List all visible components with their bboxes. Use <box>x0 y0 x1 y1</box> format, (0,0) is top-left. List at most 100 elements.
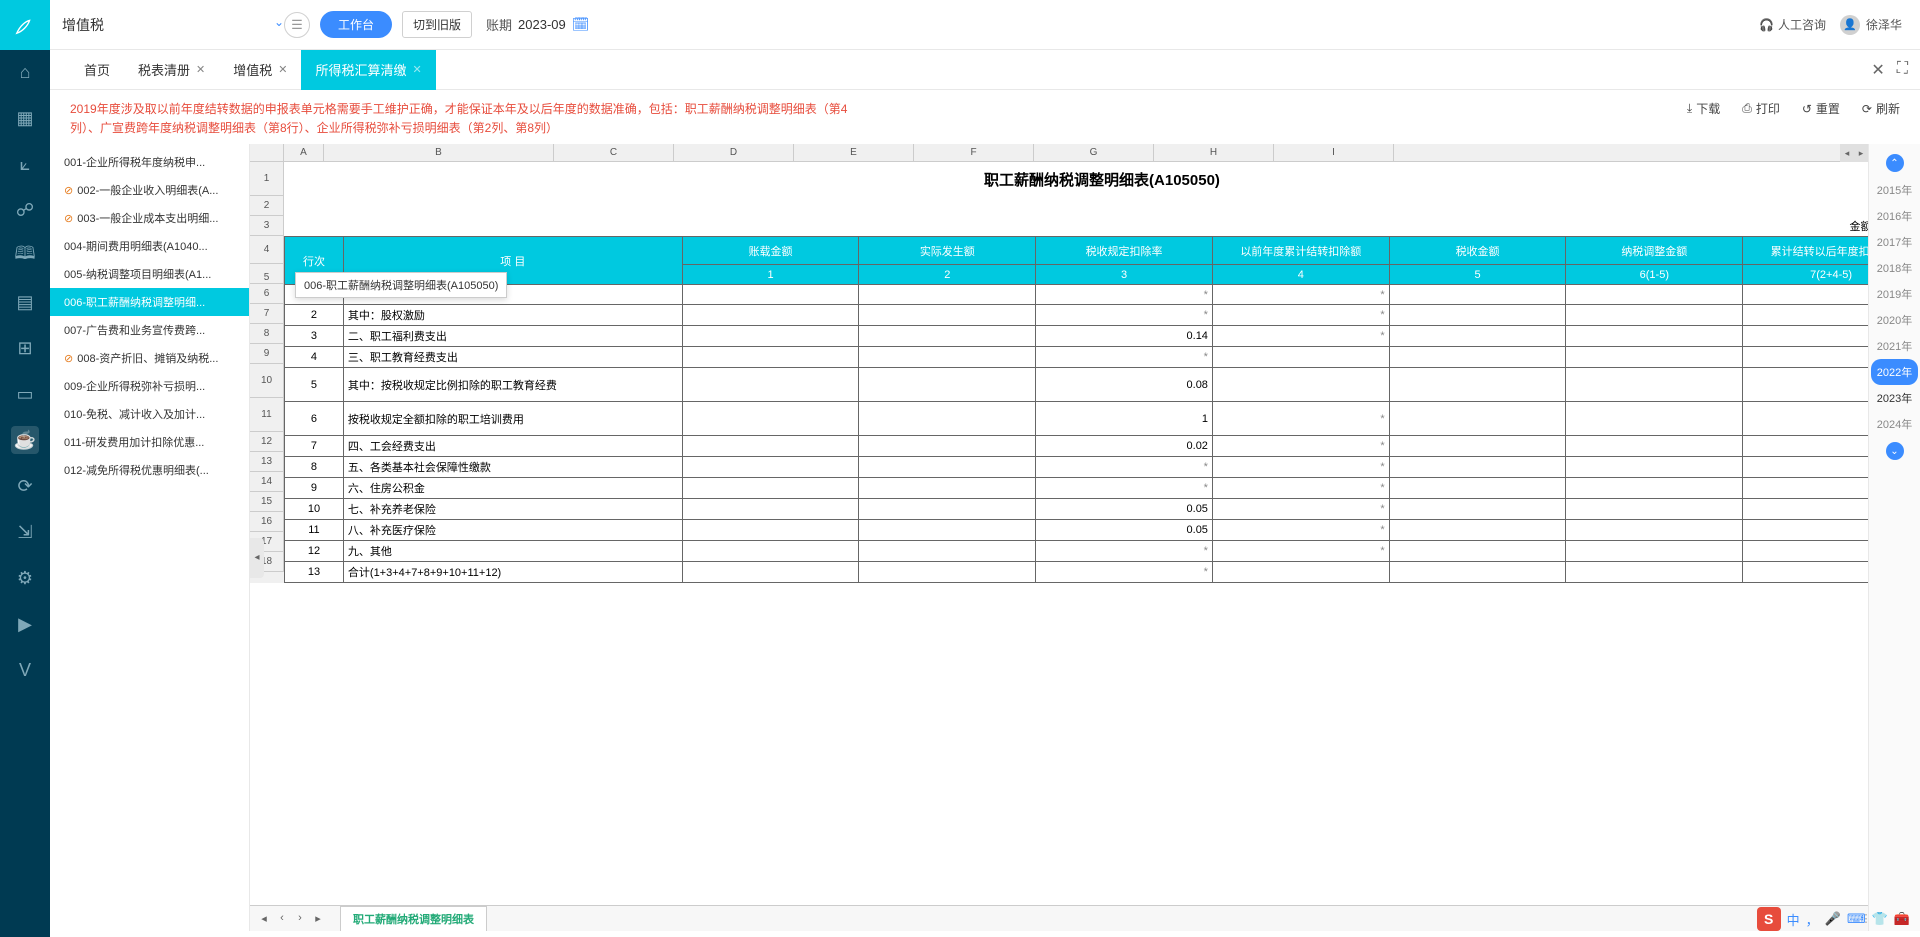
cell[interactable]: 税收规定扣除率 <box>1036 237 1213 265</box>
form-list-item[interactable]: ⊘003-一般企业成本支出明细... <box>50 204 249 232</box>
year-2015年[interactable]: 2015年 <box>1871 177 1918 203</box>
form-list-item[interactable]: 001-企业所得税年度纳税申... <box>50 148 249 176</box>
year-down-button[interactable]: ⌄ <box>1886 442 1904 460</box>
cell[interactable] <box>682 457 859 478</box>
col-header-I[interactable]: I <box>1274 144 1394 161</box>
grid-page-right[interactable]: ▸ <box>1854 144 1868 162</box>
tab-所得税汇算清缴[interactable]: 所得税汇算清缴✕ <box>301 50 435 90</box>
period-value[interactable]: 2023-09 <box>518 17 566 32</box>
cell[interactable] <box>682 520 859 541</box>
cell[interactable]: * <box>1036 541 1213 562</box>
cell[interactable] <box>859 326 1036 347</box>
switch-old-button[interactable]: 切到旧版 <box>402 11 472 38</box>
year-2022年[interactable]: 2022年 <box>1871 359 1918 385</box>
cell[interactable]: 0.02 <box>1036 436 1213 457</box>
cell[interactable] <box>1389 436 1566 457</box>
year-2024年[interactable]: 2024年 <box>1871 411 1918 437</box>
cell[interactable]: * <box>1212 499 1389 520</box>
rail-refresh-icon[interactable]: ⟳ <box>11 472 39 500</box>
cell[interactable]: 职工薪酬纳税调整明细表(A105050) <box>285 162 1920 196</box>
col-header-G[interactable]: G <box>1034 144 1154 161</box>
rail-ledger-icon[interactable]: ▦ <box>11 104 39 132</box>
cell[interactable] <box>859 478 1036 499</box>
cell[interactable] <box>1212 368 1389 402</box>
year-up-button[interactable]: ⌃ <box>1886 154 1904 172</box>
rail-tax-icon[interactable]: ☕ <box>11 426 39 454</box>
cell[interactable]: 税收金额 <box>1389 237 1566 265</box>
cell[interactable] <box>859 541 1036 562</box>
cell[interactable] <box>1566 499 1743 520</box>
cell[interactable]: * <box>1212 436 1389 457</box>
year-2018年[interactable]: 2018年 <box>1871 255 1918 281</box>
form-list-item[interactable]: ⊘002-一般企业收入明细表(A... <box>50 176 249 204</box>
grid-page-left[interactable]: ◂ <box>1840 144 1854 162</box>
cell[interactable]: 4 <box>285 347 344 368</box>
cell[interactable] <box>1212 347 1389 368</box>
row-header-10[interactable]: 10 <box>250 364 284 398</box>
cell[interactable] <box>682 326 859 347</box>
row-header-3[interactable]: 3 <box>250 216 284 236</box>
tab-税表清册[interactable]: 税表清册✕ <box>124 50 219 90</box>
cell[interactable] <box>1389 478 1566 499</box>
cell[interactable] <box>285 196 1920 216</box>
year-2017年[interactable]: 2017年 <box>1871 229 1918 255</box>
ime-logo-icon[interactable]: S <box>1757 907 1781 931</box>
ime-keyboard-icon[interactable]: ⌨ <box>1847 911 1866 927</box>
cell[interactable] <box>1389 305 1566 326</box>
cell[interactable] <box>859 347 1036 368</box>
row-header-13[interactable]: 13 <box>250 452 284 472</box>
form-list-item[interactable]: 004-期间费用明细表(A1040... <box>50 232 249 260</box>
cell[interactable]: 二、职工福利费支出 <box>343 326 682 347</box>
row-header-15[interactable]: 15 <box>250 492 284 512</box>
doc-icon-button[interactable]: ☰ <box>284 12 310 38</box>
tab-增值税[interactable]: 增值税✕ <box>219 50 301 90</box>
cell[interactable] <box>859 305 1036 326</box>
cell[interactable] <box>1566 457 1743 478</box>
year-2020年[interactable]: 2020年 <box>1871 307 1918 333</box>
form-list-item[interactable]: 010-免税、减计收入及加计... <box>50 400 249 428</box>
cell[interactable]: 九、其他 <box>343 541 682 562</box>
cell[interactable] <box>682 285 859 305</box>
cell[interactable] <box>682 368 859 402</box>
form-list-item[interactable]: 011-研发费用加计扣除优惠... <box>50 428 249 456</box>
cell[interactable] <box>859 285 1036 305</box>
cell[interactable]: 3 <box>1036 265 1213 285</box>
cell[interactable]: 八、补充医疗保险 <box>343 520 682 541</box>
cell[interactable]: 纳税调整金额 <box>1566 237 1743 265</box>
cell[interactable] <box>1389 562 1566 583</box>
row-header-12[interactable]: 12 <box>250 432 284 452</box>
row-header-9[interactable]: 9 <box>250 344 284 364</box>
cell[interactable]: 6(1-5) <box>1566 265 1743 285</box>
cell[interactable]: 金额单位：元 <box>285 216 1920 237</box>
ime-lang[interactable]: 中 <box>1787 910 1800 929</box>
cell[interactable] <box>1566 436 1743 457</box>
year-2021年[interactable]: 2021年 <box>1871 333 1918 359</box>
row-header-11[interactable]: 11 <box>250 398 284 432</box>
cell[interactable] <box>1212 562 1389 583</box>
row-header-2[interactable]: 2 <box>250 196 284 216</box>
cell[interactable]: 13 <box>285 562 344 583</box>
tab-close-icon[interactable]: ✕ <box>278 63 287 76</box>
cell[interactable]: 0.05 <box>1036 499 1213 520</box>
cell[interactable]: 3 <box>285 326 344 347</box>
form-list-item[interactable]: 009-企业所得税弥补亏损明... <box>50 372 249 400</box>
cell[interactable]: * <box>1212 326 1389 347</box>
cell[interactable]: 1 <box>682 265 859 285</box>
ime-skin-icon[interactable]: 👕 <box>1872 911 1888 927</box>
cell[interactable] <box>1566 478 1743 499</box>
rail-bag-icon[interactable]: ☍ <box>11 196 39 224</box>
sheet-nav-last[interactable]: ▸ <box>310 912 326 925</box>
cell[interactable]: * <box>1036 347 1213 368</box>
col-header-D[interactable]: D <box>674 144 794 161</box>
cell[interactable]: 12 <box>285 541 344 562</box>
rail-template-icon[interactable]: ⊞ <box>11 334 39 362</box>
refresh-button[interactable]: ⟳刷新 <box>1862 100 1900 117</box>
workbench-button[interactable]: 工作台 <box>320 11 392 38</box>
cell[interactable] <box>1566 326 1743 347</box>
cell[interactable]: * <box>1036 305 1213 326</box>
cell[interactable] <box>1566 520 1743 541</box>
cell[interactable]: * <box>1036 285 1213 305</box>
row-header-6[interactable]: 6 <box>250 284 284 304</box>
row-header-14[interactable]: 14 <box>250 472 284 492</box>
form-list-item[interactable]: 012-减免所得税优惠明细表(... <box>50 456 249 484</box>
